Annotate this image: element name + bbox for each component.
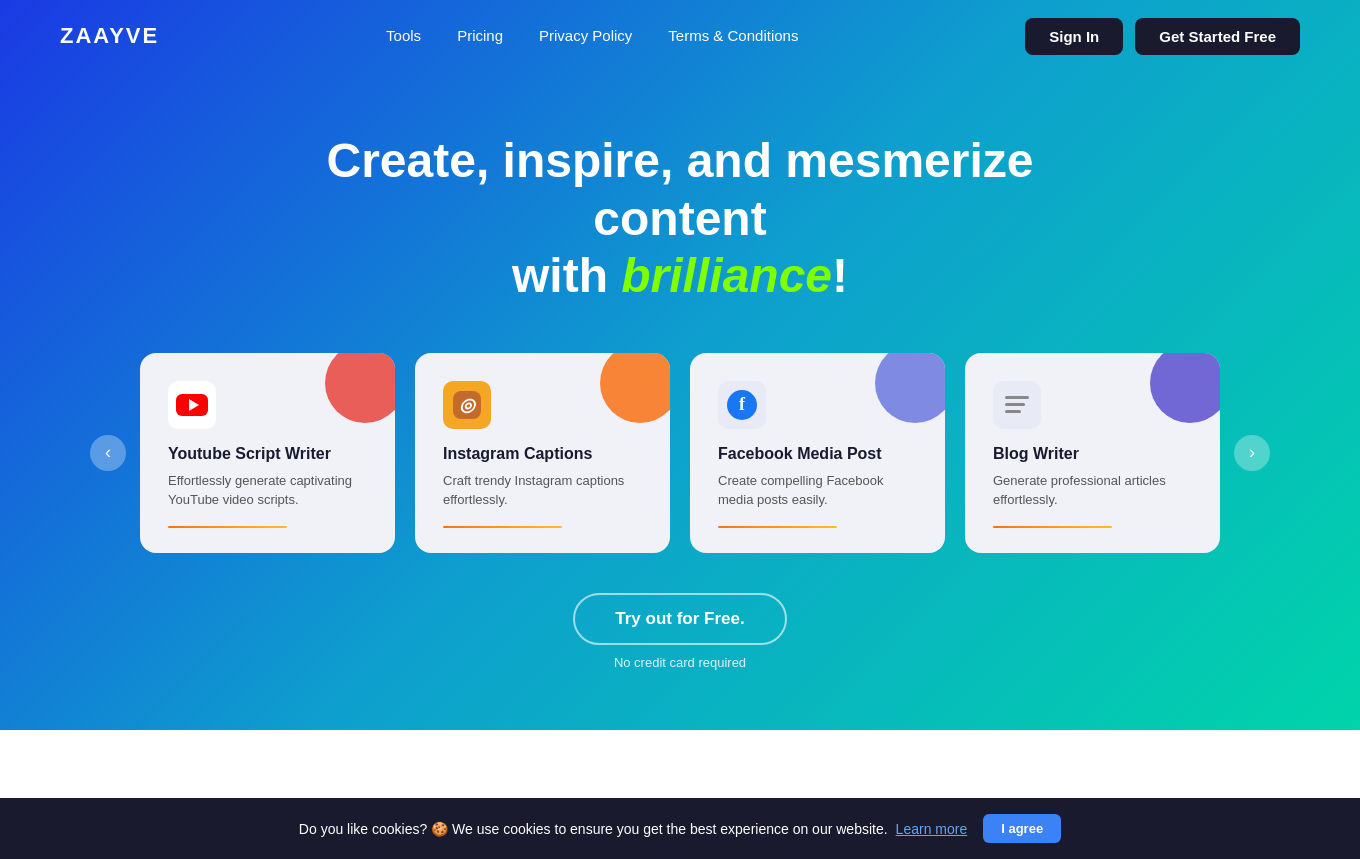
carousel-next-button[interactable]: › bbox=[1234, 435, 1270, 471]
youtube-icon bbox=[176, 394, 208, 416]
blog-line-2 bbox=[1005, 403, 1025, 406]
try-note: No credit card required bbox=[614, 655, 746, 670]
card-icon-instagram: ◎ bbox=[443, 381, 491, 429]
getstarted-button[interactable]: Get Started Free bbox=[1135, 18, 1300, 55]
card-icon-blog bbox=[993, 381, 1041, 429]
logo: ZAAYVE bbox=[60, 23, 159, 49]
card-title-facebook: Facebook Media Post bbox=[718, 445, 917, 463]
card-desc-blog: Generate professional articles effortles… bbox=[993, 471, 1192, 510]
hero-highlight: brilliance bbox=[621, 249, 832, 302]
card-desc-facebook: Create compelling Facebook media posts e… bbox=[718, 471, 917, 510]
signin-button[interactable]: Sign In bbox=[1025, 18, 1123, 55]
card-youtube: Youtube Script Writer Effortlessly gener… bbox=[140, 353, 395, 553]
card-title-blog: Blog Writer bbox=[993, 445, 1192, 463]
cookie-banner: Do you like cookies? 🍪 We use cookies to… bbox=[0, 798, 1360, 859]
blog-line-3 bbox=[1005, 410, 1021, 413]
try-section: Try out for Free. No credit card require… bbox=[573, 593, 786, 670]
card-title-youtube: Youtube Script Writer bbox=[168, 445, 367, 463]
hero-title-line2: with brilliance! bbox=[512, 249, 848, 302]
card-desc-instagram: Craft trendy Instagram captions effortle… bbox=[443, 471, 642, 510]
card-deco-youtube bbox=[325, 353, 395, 423]
card-deco-instagram bbox=[600, 353, 670, 423]
facebook-icon: f bbox=[727, 390, 757, 420]
card-facebook: f Facebook Media Post Create compelling … bbox=[690, 353, 945, 553]
nav-actions: Sign In Get Started Free bbox=[1025, 18, 1300, 55]
card-instagram: ◎ Instagram Captions Craft trendy Instag… bbox=[415, 353, 670, 553]
try-free-button[interactable]: Try out for Free. bbox=[573, 593, 786, 645]
hero-section: Create, inspire, and mesmerize content w… bbox=[0, 0, 1360, 730]
blog-lines-icon bbox=[1001, 392, 1033, 417]
card-desc-youtube: Effortlessly generate captivating YouTub… bbox=[168, 471, 367, 510]
card-line-facebook bbox=[718, 526, 837, 528]
cookie-text: Do you like cookies? 🍪 We use cookies to… bbox=[299, 821, 888, 837]
card-line-instagram bbox=[443, 526, 562, 528]
instagram-icon: ◎ bbox=[453, 391, 481, 419]
nav-links: Tools Pricing Privacy Policy Terms & Con… bbox=[386, 27, 798, 45]
navbar: ZAAYVE Tools Pricing Privacy Policy Term… bbox=[0, 0, 1360, 72]
nav-terms[interactable]: Terms & Conditions bbox=[668, 27, 798, 44]
card-line-blog bbox=[993, 526, 1112, 528]
nav-privacy[interactable]: Privacy Policy bbox=[539, 27, 632, 44]
carousel-track: Youtube Script Writer Effortlessly gener… bbox=[140, 353, 1220, 553]
nav-pricing[interactable]: Pricing bbox=[457, 27, 503, 44]
card-title-instagram: Instagram Captions bbox=[443, 445, 642, 463]
card-deco-blog bbox=[1150, 353, 1220, 423]
carousel-prev-button[interactable]: ‹ bbox=[90, 435, 126, 471]
card-icon-facebook: f bbox=[718, 381, 766, 429]
card-deco-facebook bbox=[875, 353, 945, 423]
blog-line-1 bbox=[1005, 396, 1029, 399]
card-icon-youtube bbox=[168, 381, 216, 429]
cookie-learn-more[interactable]: Learn more bbox=[896, 821, 968, 837]
nav-tools[interactable]: Tools bbox=[386, 27, 421, 44]
card-blog: Blog Writer Generate professional articl… bbox=[965, 353, 1220, 553]
hero-title-line1: Create, inspire, and mesmerize content bbox=[327, 134, 1034, 245]
cookie-agree-button[interactable]: I agree bbox=[983, 814, 1061, 843]
carousel: ‹ Youtube Script Writer Effortlessly gen… bbox=[80, 353, 1280, 553]
hero-title: Create, inspire, and mesmerize content w… bbox=[230, 132, 1130, 305]
card-line-youtube bbox=[168, 526, 287, 528]
